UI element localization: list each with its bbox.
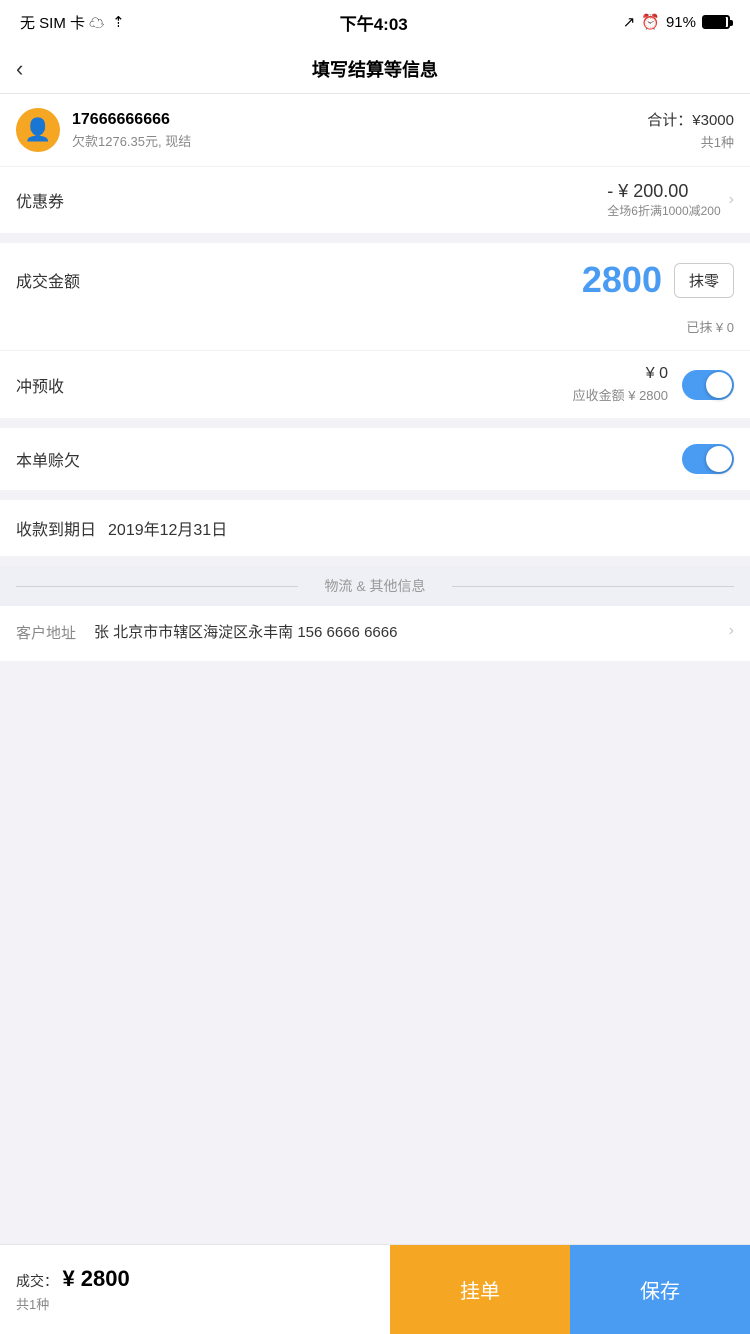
duedate-label: 收款到期日 [16, 516, 96, 540]
address-label: 客户地址 [16, 622, 86, 643]
battery-icon [702, 15, 730, 29]
user-total: 合计：¥3000 [647, 109, 734, 130]
user-right: 合计：¥3000 共1种 [647, 109, 734, 151]
footer-total-label: 成交： [16, 1273, 58, 1289]
user-count: 共1种 [647, 132, 734, 151]
status-right: ↗ ⏰ 91% [623, 13, 730, 31]
coupon-chevron-icon: › [729, 191, 734, 209]
status-bar: 无 SIM 卡 ☁ ⇡ 下午4:03 ↗ ⏰ 91% [0, 0, 750, 44]
battery-percent: 91% [666, 14, 696, 31]
user-row: 👤 17666666666 欠款1276.35元, 现结 合计：¥3000 共1… [0, 94, 750, 166]
coupon-desc: 全场6折满1000减200 [607, 202, 720, 219]
location-icon: ↗ [623, 13, 636, 31]
back-button[interactable]: ‹ [16, 56, 23, 82]
amount-section: 成交金额 2800 抹零 已抹 ¥ 0 冲预收 ¥ 0 应收金额 ¥ 2800 [0, 243, 750, 418]
amount-value: 2800 [582, 259, 662, 301]
coupon-right: - ¥ 200.00 全场6折满1000减200 › [607, 181, 734, 219]
user-left: 👤 17666666666 欠款1276.35元, 现结 [16, 108, 191, 152]
debt-label: 本单赊欠 [16, 447, 80, 471]
divider-line-left [16, 586, 298, 587]
footer-info: 成交： ¥ 2800 共1种 [0, 1266, 390, 1313]
page-title: 填写结算等信息 [312, 56, 438, 82]
prepay-toggle[interactable] [682, 370, 734, 400]
section-divider: 物流 & 其他信息 [0, 566, 750, 606]
prepay-row: 冲预收 ¥ 0 应收金额 ¥ 2800 [0, 350, 750, 418]
coupon-label: 优惠券 [16, 188, 64, 212]
avatar: 👤 [16, 108, 60, 152]
content: 👤 17666666666 欠款1276.35元, 现结 合计：¥3000 共1… [0, 94, 750, 881]
prepay-label: 冲预收 [16, 373, 64, 397]
debt-toggle[interactable] [682, 444, 734, 474]
alarm-icon: ⏰ [641, 13, 660, 31]
avatar-icon: 👤 [24, 117, 51, 143]
user-coupon-section: 👤 17666666666 欠款1276.35元, 现结 合计：¥3000 共1… [0, 94, 750, 233]
prepay-amount: ¥ 0 [573, 365, 668, 383]
amount-value-block: 2800 抹零 [582, 259, 734, 301]
amount-label: 成交金额 [16, 268, 80, 292]
prepay-receivable: 应收金额 ¥ 2800 [573, 385, 668, 404]
prepay-right: ¥ 0 应收金额 ¥ 2800 [573, 365, 734, 404]
amount-row: 成交金额 2800 抹零 [0, 243, 750, 317]
section-divider-text: 物流 & 其他信息 [324, 576, 425, 596]
user-info: 17666666666 欠款1276.35元, 现结 [72, 111, 191, 150]
wifi-icon: ⇡ [112, 13, 125, 31]
divider-line-right [452, 586, 734, 587]
prepay-values: ¥ 0 应收金额 ¥ 2800 [573, 365, 668, 404]
address-chevron-icon: › [729, 622, 734, 640]
duedate-row: 收款到期日 2019年12月31日 [16, 516, 734, 540]
debt-section: 本单赊欠 [0, 428, 750, 490]
duedate-section: 收款到期日 2019年12月31日 [0, 500, 750, 556]
coupon-discount: - ¥ 200.00 [607, 181, 720, 202]
nav-bar: ‹ 填写结算等信息 [0, 44, 750, 94]
footer-sub: 共1种 [16, 1294, 374, 1313]
status-left: 无 SIM 卡 ☁ ⇡ [20, 12, 125, 33]
footer: 成交： ¥ 2800 共1种 挂单 保存 [0, 1244, 750, 1334]
sim-label: 无 SIM 卡 ☁ [20, 12, 104, 33]
status-time: 下午4:03 [340, 10, 408, 35]
save-button[interactable]: 保存 [570, 1245, 750, 1334]
duedate-value: 2019年12月31日 [108, 516, 227, 540]
footer-total-value: ¥ 2800 [62, 1266, 129, 1291]
user-phone: 17666666666 [72, 111, 191, 129]
bottom-gray-area [0, 671, 750, 791]
amount-sub: 已抹 ¥ 0 [0, 317, 750, 350]
toggle-knob [706, 372, 732, 398]
hang-button[interactable]: 挂单 [390, 1245, 570, 1334]
footer-total-line: 成交： ¥ 2800 [16, 1266, 374, 1292]
address-section[interactable]: 客户地址 张 北京市市辖区海淀区永丰南 156 6666 6666 › [0, 606, 750, 661]
address-value: 张 北京市市辖区海淀区永丰南 156 6666 6666 [94, 622, 729, 645]
coupon-row[interactable]: 优惠券 - ¥ 200.00 全场6折满1000减200 › [0, 166, 750, 233]
user-sub: 欠款1276.35元, 现结 [72, 131, 191, 150]
round-button[interactable]: 抹零 [674, 263, 734, 298]
debt-toggle-knob [706, 446, 732, 472]
